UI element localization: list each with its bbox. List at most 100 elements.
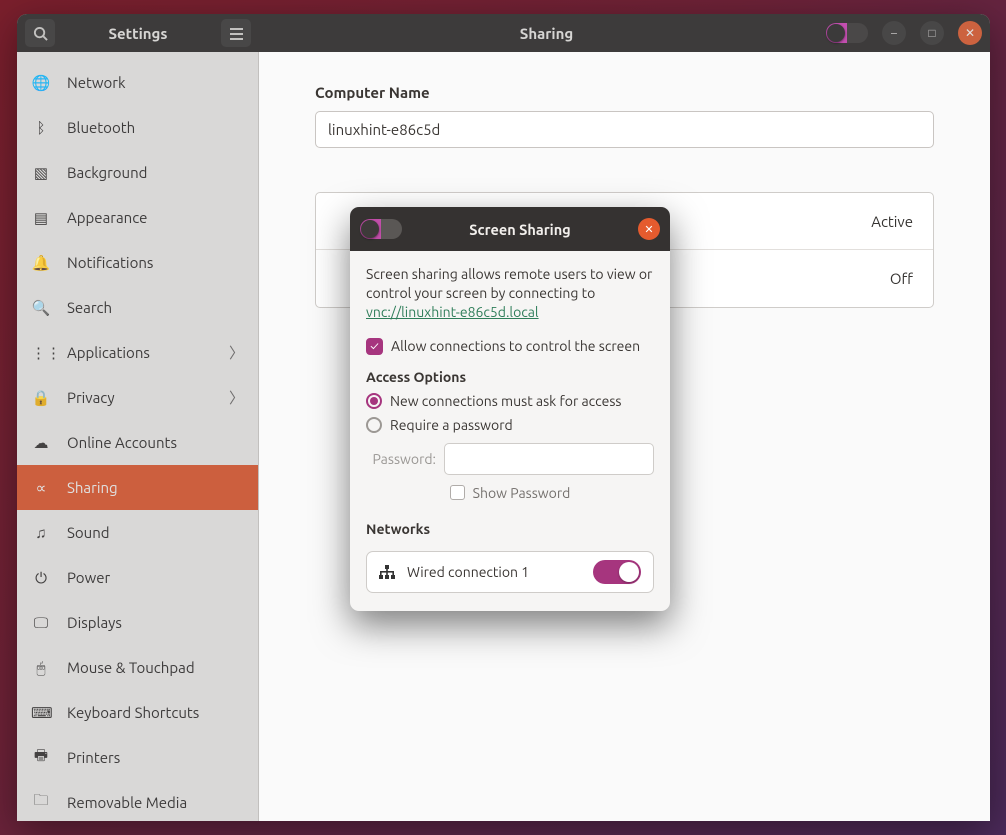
description-text: Screen sharing allows remote users to vi… <box>366 266 652 301</box>
sidebar-item-label: Bluetooth <box>67 119 135 136</box>
option-state: Off <box>890 270 913 287</box>
background-icon: ▧ <box>31 164 51 182</box>
sidebar-item-label: Network <box>67 74 126 91</box>
dialog-body: Screen sharing allows remote users to vi… <box>350 251 670 611</box>
search-button[interactable] <box>25 19 55 47</box>
network-row: Wired connection 1 <box>366 551 654 593</box>
checkbox-unchecked-icon <box>450 485 465 500</box>
sidebar-item-label: Search <box>67 299 112 316</box>
sidebar-item-label: Applications <box>67 344 150 361</box>
maximize-icon: □ <box>928 26 935 40</box>
app-title: Settings <box>59 25 217 42</box>
window-maximize-button[interactable]: □ <box>920 21 944 45</box>
content-header: Sharing – □ ✕ <box>259 14 990 52</box>
hamburger-icon <box>229 27 244 40</box>
notifications-icon: 🔔 <box>31 254 51 272</box>
dialog-close-button[interactable]: ✕ <box>638 218 660 240</box>
allow-control-row[interactable]: ✓ Allow connections to control the scree… <box>366 338 654 355</box>
minimize-icon: – <box>891 27 897 40</box>
allow-control-label: Allow connections to control the screen <box>391 338 640 354</box>
password-label: Password: <box>366 451 436 467</box>
wired-network-icon <box>379 565 395 579</box>
sharing-master-toggle[interactable] <box>826 23 868 43</box>
sharing-icon: ∝ <box>31 479 51 497</box>
sidebar-item-appearance[interactable]: ▤ Appearance <box>17 195 258 240</box>
window-minimize-button[interactable]: – <box>882 21 906 45</box>
window-close-button[interactable]: ✕ <box>958 21 982 45</box>
computer-name-label: Computer Name <box>315 84 934 101</box>
sidebar-item-displays[interactable]: 🖵Displays <box>17 600 258 645</box>
radio-ask-label: New connections must ask for access <box>390 393 622 409</box>
sidebar-item-power[interactable]: ⏻Power <box>17 555 258 600</box>
power-icon: ⏻ <box>31 569 51 587</box>
sidebar-item-online-accounts[interactable]: ☁ Online Accounts <box>17 420 258 465</box>
computer-name-input[interactable] <box>315 111 934 148</box>
sidebar-item-label: Displays <box>67 614 122 631</box>
dialog-description: Screen sharing allows remote users to vi… <box>366 265 654 322</box>
sidebar-item-label: Background <box>67 164 147 181</box>
show-password-row[interactable]: Show Password <box>366 485 654 501</box>
dialog-title: Screen Sharing <box>402 221 638 238</box>
radio-require-password[interactable]: Require a password <box>366 417 654 433</box>
checkbox-checked-icon: ✓ <box>366 338 383 355</box>
password-row: Password: <box>366 443 654 475</box>
radio-unselected-icon <box>366 417 382 433</box>
sidebar-item-label: Keyboard Shortcuts <box>67 704 199 721</box>
search-icon: 🔍 <box>31 299 51 317</box>
sidebar-item-privacy[interactable]: 🔒 Privacy 〉 <box>17 375 258 420</box>
mouse-icon: 🖱 <box>31 659 51 677</box>
keyboard-icon: ⌨ <box>31 704 51 722</box>
chevron-right-icon: 〉 <box>229 342 244 363</box>
removable-icon: 🗀 <box>31 790 51 815</box>
sidebar-item-mouse[interactable]: 🖱 Mouse & Touchpad <box>17 645 258 690</box>
vnc-link[interactable]: vnc://linuxhint-e86c5d.local <box>366 304 539 320</box>
hamburger-button[interactable] <box>221 19 251 47</box>
sidebar-item-label: Printers <box>67 749 120 766</box>
search-icon <box>33 26 48 41</box>
sidebar-header: Settings <box>17 14 259 52</box>
sound-icon: ♫ <box>31 524 51 542</box>
online-accounts-icon: ☁ <box>31 434 51 452</box>
sidebar-item-search[interactable]: 🔍 Search <box>17 285 258 330</box>
sidebar-item-keyboard[interactable]: ⌨ Keyboard Shortcuts <box>17 690 258 735</box>
sidebar: 🌐NetworkᛒBluetooth ▧ Background ▤ Appearance… <box>17 52 259 821</box>
appearance-icon: ▤ <box>31 209 51 227</box>
radio-ask-access[interactable]: New connections must ask for access <box>366 393 654 409</box>
screen-sharing-toggle[interactable] <box>360 219 402 239</box>
printers-icon: 🖶 <box>31 745 51 770</box>
dialog-header: Screen Sharing ✕ <box>350 207 670 251</box>
privacy-icon: 🔒 <box>31 389 51 407</box>
sidebar-item-label: Privacy <box>67 389 115 406</box>
sidebar-item-label: Removable Media <box>67 794 187 811</box>
close-icon: ✕ <box>965 26 975 40</box>
sidebar-item-applications[interactable]: ⋮⋮ Applications 〉 <box>17 330 258 375</box>
sidebar-item-printers[interactable]: 🖶 Printers <box>17 735 258 780</box>
sidebar-item-label: Appearance <box>67 209 147 226</box>
sidebar-item-background[interactable]: ▧ Background <box>17 150 258 195</box>
radio-selected-icon <box>366 393 382 409</box>
page-title: Sharing <box>267 25 826 42</box>
sidebar-item-label: Mouse & Touchpad <box>67 659 195 676</box>
sidebar-item-label: Sharing <box>67 479 118 496</box>
networks-heading: Networks <box>366 521 654 537</box>
radio-pw-label: Require a password <box>390 417 513 433</box>
applications-icon: ⋮⋮ <box>31 344 51 362</box>
sidebar-item-bluetooth[interactable]: ᛒBluetooth <box>17 105 258 150</box>
window-header: Settings Sharing – □ ✕ <box>17 14 990 52</box>
option-state: Active <box>871 213 913 230</box>
sidebar-item-sound[interactable]: ♫ Sound <box>17 510 258 555</box>
screen-sharing-dialog: Screen Sharing ✕ Screen sharing allows r… <box>350 207 670 611</box>
sidebar-item-label: Notifications <box>67 254 153 271</box>
show-password-label: Show Password <box>473 485 571 501</box>
sidebar-item-label: Sound <box>67 524 110 541</box>
close-icon: ✕ <box>644 223 653 236</box>
sidebar-item-network[interactable]: 🌐Network <box>17 60 258 105</box>
sidebar-item-notifications[interactable]: 🔔 Notifications <box>17 240 258 285</box>
chevron-right-icon: 〉 <box>229 387 244 408</box>
sidebar-item-sharing[interactable]: ∝ Sharing <box>17 465 258 510</box>
network-toggle[interactable] <box>593 560 641 584</box>
sidebar-item-removable[interactable]: 🗀 Removable Media <box>17 780 258 821</box>
access-options-heading: Access Options <box>366 369 654 385</box>
sidebar-item-label: Online Accounts <box>67 434 177 451</box>
password-input[interactable] <box>444 443 654 475</box>
